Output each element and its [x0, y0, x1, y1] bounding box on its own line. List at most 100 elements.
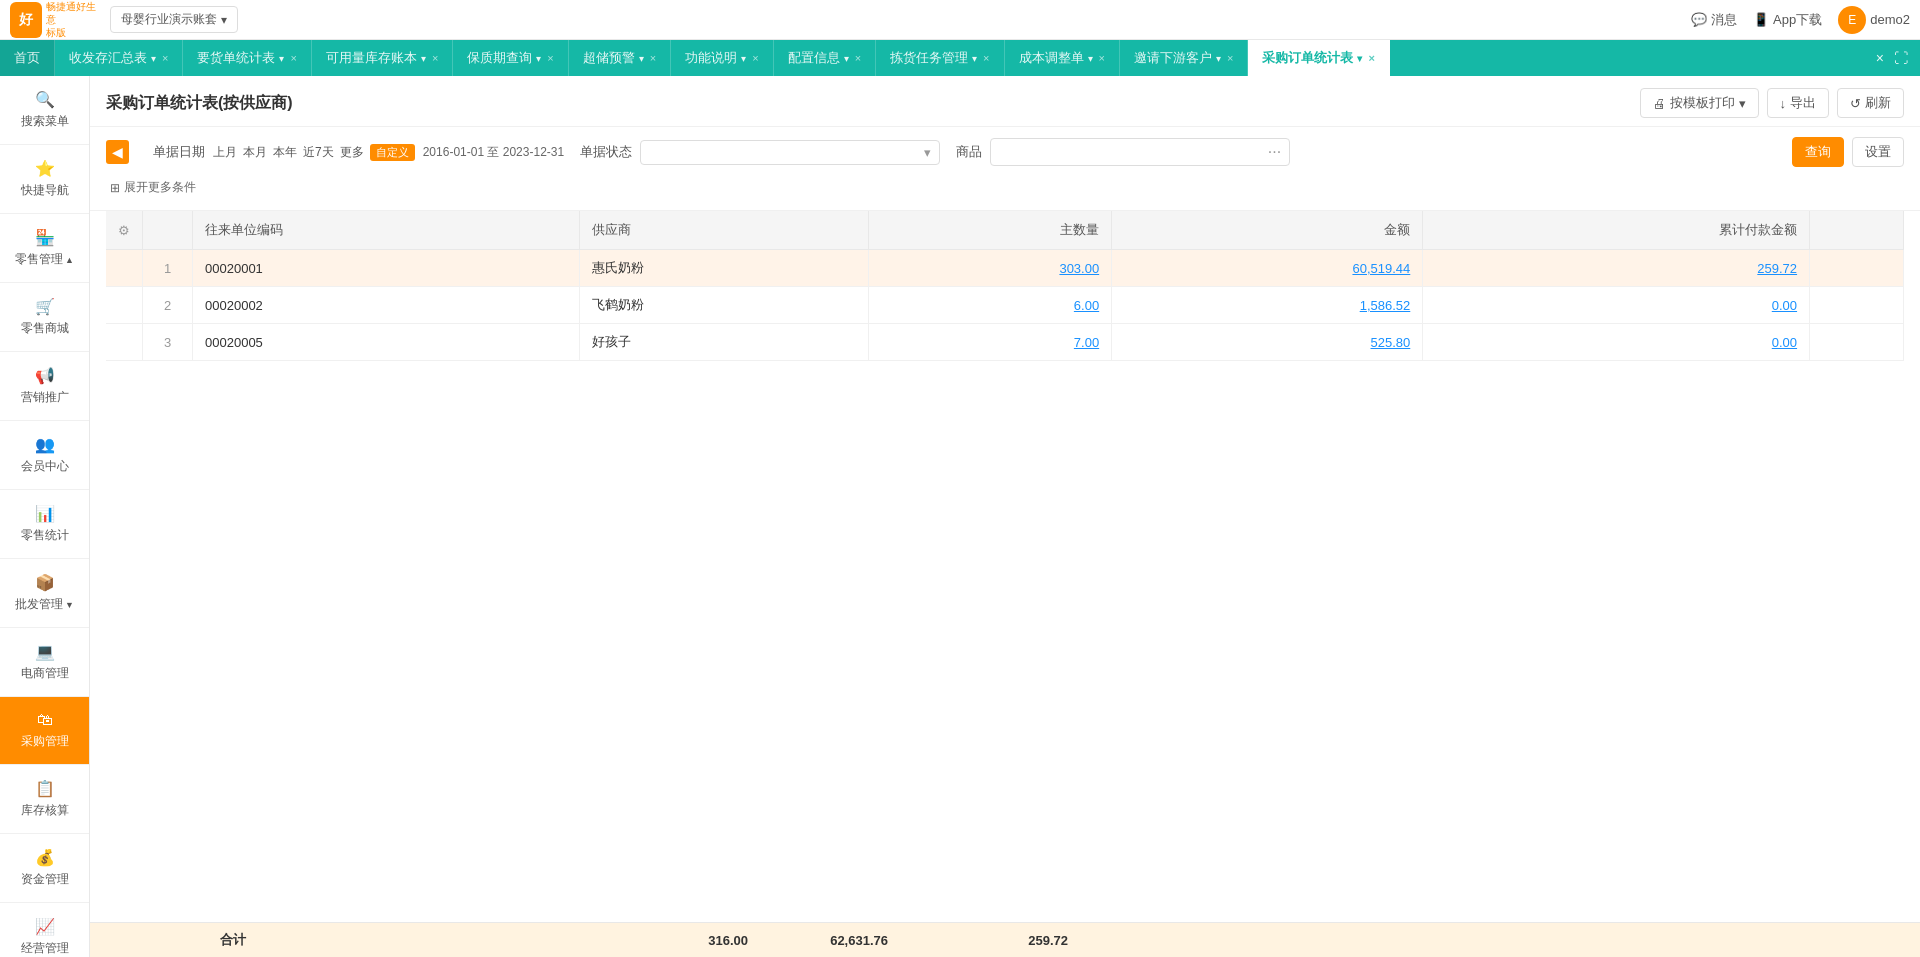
td-main-qty-3[interactable]: 7.00	[868, 324, 1111, 361]
td-supplier-1: 惠氏奶粉	[579, 250, 868, 287]
table-row: 3 00020005 好孩子 7.00 525.80 0.00	[106, 324, 1904, 361]
td-extra-3	[1810, 324, 1904, 361]
tab-invite-label: 邀请下游客户	[1134, 49, 1212, 67]
tab-picking-task[interactable]: 拣货任务管理 ▾ ×	[876, 40, 1004, 76]
td-amount-1[interactable]: 60,519.44	[1112, 250, 1423, 287]
message-btn[interactable]: 💬 消息	[1691, 11, 1737, 29]
search-icon: 🔍	[35, 90, 55, 109]
status-dropdown[interactable]: ▾	[640, 140, 940, 165]
td-paid-amount-2[interactable]: 0.00	[1423, 287, 1810, 324]
tab-inventory-book[interactable]: 可用量库存账本 ▾ ×	[312, 40, 453, 76]
tab-order-stats[interactable]: 要货单统计表 ▾ ×	[183, 40, 311, 76]
td-seq-1: 1	[143, 250, 193, 287]
settings-btn[interactable]: 设置	[1852, 137, 1904, 167]
sidebar-search-label: 搜索菜单	[21, 113, 69, 130]
nav-fullscreen-btn[interactable]: ⛶	[1890, 46, 1912, 70]
td-amount-2[interactable]: 1,586.52	[1112, 287, 1423, 324]
close-icon[interactable]: ×	[432, 52, 438, 64]
tab-overstock[interactable]: 超储预警 ▾ ×	[569, 40, 671, 76]
tab-expiry-query[interactable]: 保质期查询 ▾ ×	[453, 40, 568, 76]
sidebar-item-marketing[interactable]: 📢 营销推广	[0, 352, 89, 421]
date-shortcut-this-year[interactable]: 本年	[273, 144, 297, 161]
collapse-filter-btn[interactable]: ◀	[106, 140, 129, 164]
sidebar-item-ecommerce[interactable]: 💻 电商管理	[0, 628, 89, 697]
expand-more-btn[interactable]: ⊞ 展开更多条件	[106, 175, 200, 200]
query-btn[interactable]: 查询	[1792, 137, 1844, 167]
sidebar-item-purchase-mgmt[interactable]: 🛍 采购管理	[0, 697, 89, 765]
sidebar-item-retail-mgmt[interactable]: 🏪 零售管理 ▲	[0, 214, 89, 283]
sidebar-inventory-label: 库存核算	[21, 802, 69, 819]
app-download-btn[interactable]: 📱 App下载	[1753, 11, 1822, 29]
column-settings-icon[interactable]: ⚙	[118, 223, 130, 238]
sidebar-item-finance[interactable]: 💰 资金管理	[0, 834, 89, 903]
sidebar-retail-stats-label: 零售统计	[21, 527, 69, 544]
export-btn[interactable]: ↓ 导出	[1767, 88, 1830, 118]
tab-invite-downstream[interactable]: 邀请下游客户 ▾ ×	[1120, 40, 1248, 76]
member-icon: 👥	[35, 435, 55, 454]
th-supplier: 供应商	[579, 211, 868, 250]
logo-icon: 好	[10, 2, 42, 38]
td-settings-1	[106, 250, 143, 287]
tab-config-info[interactable]: 配置信息 ▾ ×	[774, 40, 876, 76]
tab-func-desc[interactable]: 功能说明 ▾ ×	[671, 40, 773, 76]
sidebar-ecommerce-label: 电商管理	[21, 665, 69, 682]
sidebar-item-inventory-check[interactable]: 📋 库存核算	[0, 765, 89, 834]
td-paid-amount-3[interactable]: 0.00	[1423, 324, 1810, 361]
close-icon[interactable]: ×	[650, 52, 656, 64]
date-shortcut-last-month[interactable]: 上月	[213, 144, 237, 161]
date-shortcut-this-month[interactable]: 本月	[243, 144, 267, 161]
date-end: 2023-12-31	[503, 145, 564, 159]
phone-icon: 📱	[1753, 12, 1769, 27]
message-label: 消息	[1711, 11, 1737, 29]
date-shortcut-more[interactable]: 更多	[340, 144, 364, 161]
sidebar-item-search[interactable]: 🔍 搜索菜单	[0, 76, 89, 145]
main-layout: 🔍 搜索菜单 ⭐ 快捷导航 🏪 零售管理 ▲ 🛒 零售商城 📢 营销推广 👥 会…	[0, 76, 1920, 957]
tab-home[interactable]: 首页	[0, 40, 55, 76]
print-btn[interactable]: 🖨 按模板打印 ▾	[1640, 88, 1759, 118]
close-icon[interactable]: ×	[1368, 52, 1374, 64]
expand-icon: ▲	[65, 255, 74, 265]
close-icon[interactable]: ×	[290, 52, 296, 64]
user-area[interactable]: E demo2	[1838, 6, 1910, 34]
td-paid-amount-1[interactable]: 259.72	[1423, 250, 1810, 287]
th-seq	[143, 211, 193, 250]
sidebar-marketing-label: 营销推广	[21, 389, 69, 406]
tab-collect-send[interactable]: 收发存汇总表 ▾ ×	[55, 40, 183, 76]
print-icon: 🖨	[1653, 96, 1666, 111]
close-icon[interactable]: ×	[547, 52, 553, 64]
table-container: ⚙ 往来单位编码 供应商 主数量 金额 累计付款金额	[90, 211, 1920, 922]
sidebar-item-wholesale[interactable]: 📦 批发管理 ▼	[0, 559, 89, 628]
expand-down-icon: ⊞	[110, 181, 120, 195]
td-amount-3[interactable]: 525.80	[1112, 324, 1423, 361]
print-label: 按模板打印	[1670, 94, 1735, 112]
td-main-qty-1[interactable]: 303.00	[868, 250, 1111, 287]
td-main-qty-2[interactable]: 6.00	[868, 287, 1111, 324]
close-icon[interactable]: ×	[855, 52, 861, 64]
chevron-down-icon: ▾	[151, 53, 156, 64]
tab-purchase-stats[interactable]: 采购订单统计表 ▾ ×	[1248, 40, 1389, 76]
nav-close-btn[interactable]: ×	[1872, 46, 1888, 70]
sidebar-item-member[interactable]: 👥 会员中心	[0, 421, 89, 490]
chevron-down-icon: ▾	[741, 53, 746, 64]
date-shortcut-7days[interactable]: 近7天	[303, 144, 334, 161]
close-icon[interactable]: ×	[1099, 52, 1105, 64]
goods-input[interactable]: ···	[990, 138, 1290, 166]
close-icon[interactable]: ×	[162, 52, 168, 64]
sidebar-quicknav-label: 快捷导航	[21, 182, 69, 199]
close-icon[interactable]: ×	[1227, 52, 1233, 64]
close-icon[interactable]: ×	[752, 52, 758, 64]
sidebar-item-retail-mall[interactable]: 🛒 零售商城	[0, 283, 89, 352]
workspace-selector[interactable]: 母婴行业演示账套 ▾	[110, 6, 238, 33]
page-header-right: 🖨 按模板打印 ▾ ↓ 导出 ↺ 刷新	[1640, 88, 1905, 118]
tab-cost-adjust[interactable]: 成本调整单 ▾ ×	[1005, 40, 1120, 76]
sidebar-item-quick-nav[interactable]: ⭐ 快捷导航	[0, 145, 89, 214]
refresh-btn[interactable]: ↺ 刷新	[1837, 88, 1904, 118]
date-range: 2016-01-01 至 2023-12-31	[423, 144, 564, 161]
logo-area: 好 畅捷通好生意 标版	[10, 0, 100, 40]
td-supplier-3: 好孩子	[579, 324, 868, 361]
th-amount: 金额	[1112, 211, 1423, 250]
sidebar-item-retail-stats[interactable]: 📊 零售统计	[0, 490, 89, 559]
sidebar-item-ops-mgmt[interactable]: 📈 经营管理	[0, 903, 89, 957]
close-icon[interactable]: ×	[983, 52, 989, 64]
marketing-icon: 📢	[35, 366, 55, 385]
